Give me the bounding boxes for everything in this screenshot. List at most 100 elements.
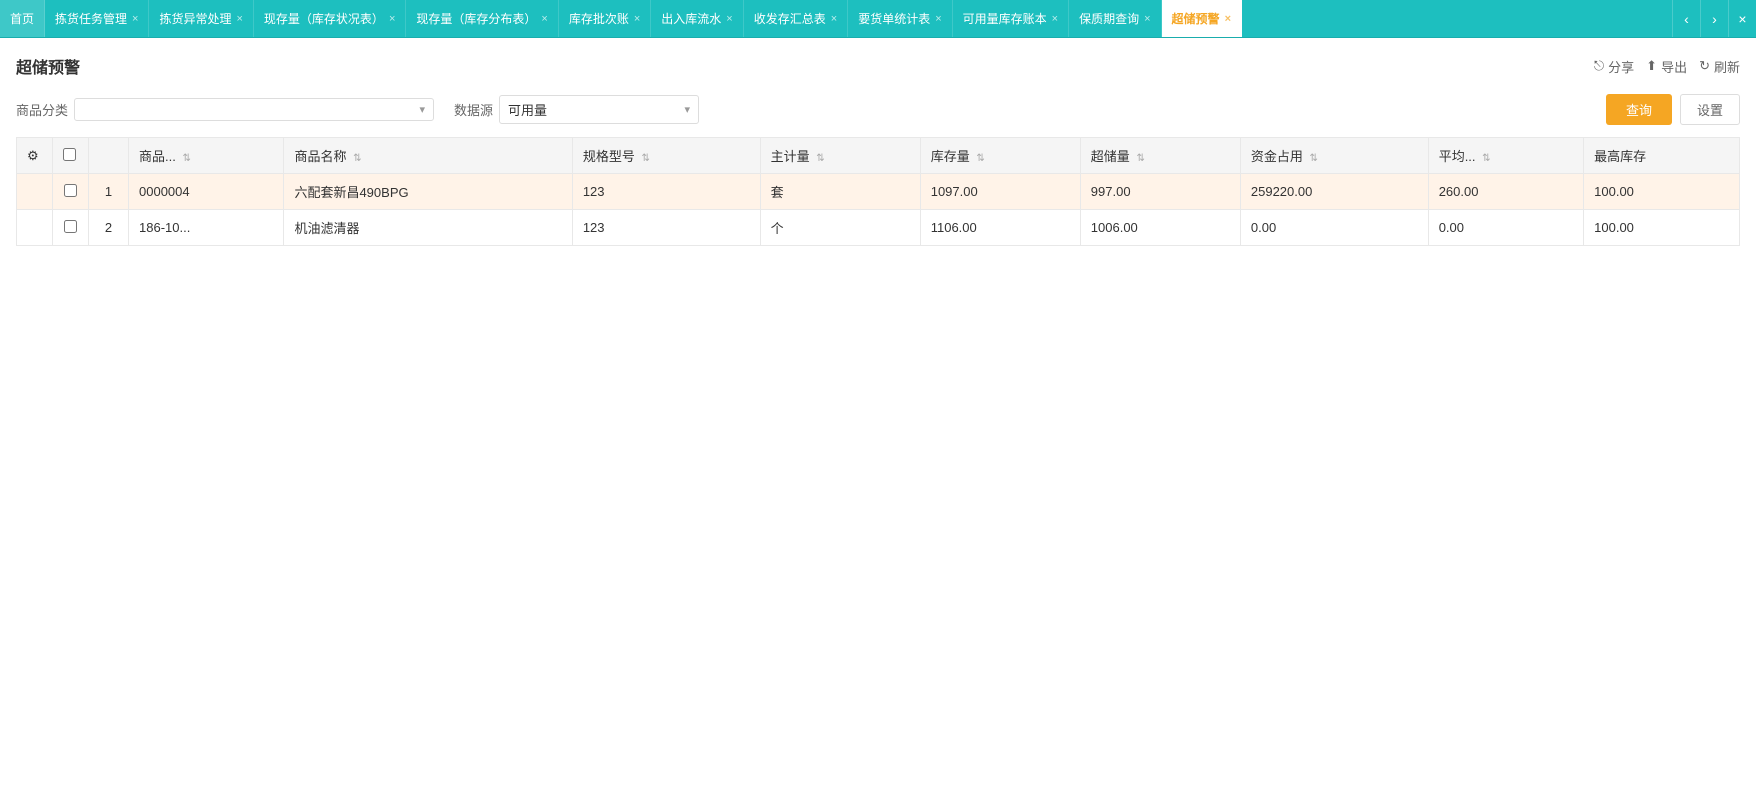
td-name-1: 机油滤清器 (284, 210, 572, 246)
close-tab-7[interactable]: × (831, 13, 837, 25)
refresh-button[interactable]: ↻ 刷新 (1699, 57, 1740, 76)
td-maxstock-0: 100.00 (1584, 174, 1740, 210)
td-capital-1: 0.00 (1240, 210, 1428, 246)
share-icon: ⎋ (1594, 58, 1604, 74)
nav-item-11-active[interactable]: 超储预警 × (1162, 0, 1242, 38)
close-tab-1[interactable]: × (132, 13, 138, 25)
th-product-code[interactable]: 商品... ⇅ (129, 138, 284, 174)
row-checkbox-0[interactable] (64, 184, 77, 197)
nav-item-3[interactable]: 现存量（库存状况表） × (254, 0, 406, 38)
td-unit-1: 个 (760, 210, 920, 246)
close-tab-5[interactable]: × (634, 13, 640, 25)
th-avg[interactable]: 平均... ⇅ (1428, 138, 1583, 174)
category-filter: 商品分类 ▾ (16, 98, 434, 121)
query-button[interactable]: 查询 (1606, 94, 1672, 125)
datasource-select[interactable]: 可用量 ▾ (499, 95, 699, 124)
nav-item-8[interactable]: 要货单统计表 × (848, 0, 952, 38)
nav-item-7[interactable]: 收发存汇总表 × (744, 0, 848, 38)
td-capital-0: 259220.00 (1240, 174, 1428, 210)
td-avg-1: 0.00 (1428, 210, 1583, 246)
th-overstock[interactable]: 超储量 ⇅ (1080, 138, 1240, 174)
nav-prev-button[interactable]: ‹ (1672, 0, 1700, 38)
row-checkbox-1[interactable] (64, 220, 77, 233)
nav-item-2[interactable]: 拣货异常处理 × (149, 0, 253, 38)
td-avg-0: 260.00 (1428, 174, 1583, 210)
datasource-filter: 数据源 可用量 ▾ (454, 95, 699, 124)
nav-item-4[interactable]: 现存量（库存分布表） × (406, 0, 558, 38)
th-capital[interactable]: 资金占用 ⇅ (1240, 138, 1428, 174)
top-nav: 首页 拣货任务管理 × 拣货异常处理 × 现存量（库存状况表） × 现存量（库存… (0, 0, 1756, 38)
share-button[interactable]: ⎋ 分享 (1594, 57, 1634, 76)
close-tab-9[interactable]: × (1052, 13, 1058, 25)
td-checkbox-0[interactable] (53, 174, 89, 210)
td-stock-0: 1097.00 (920, 174, 1080, 210)
export-icon: ⬆ (1646, 58, 1657, 74)
datasource-label: 数据源 (454, 100, 493, 119)
th-unit[interactable]: 主计量 ⇅ (760, 138, 920, 174)
td-spec-0: 123 (572, 174, 760, 210)
td-checkbox-1[interactable] (53, 210, 89, 246)
td-code-0: 0000004 (129, 174, 284, 210)
th-stock[interactable]: 库存量 ⇅ (920, 138, 1080, 174)
nav-item-10[interactable]: 保质期查询 × (1069, 0, 1161, 38)
nav-item-home[interactable]: 首页 (0, 0, 45, 38)
td-overstock-0: 997.00 (1080, 174, 1240, 210)
th-gear[interactable]: ⚙ (17, 138, 53, 174)
nav-item-9[interactable]: 可用量库存账本 × (953, 0, 1069, 38)
td-num-1: 2 (89, 210, 129, 246)
sort-icon-overstock: ⇅ (1136, 153, 1144, 164)
category-select[interactable]: ▾ (74, 98, 434, 121)
nav-item-5[interactable]: 库存批次账 × (559, 0, 651, 38)
td-gear-1 (17, 210, 53, 246)
th-product-name[interactable]: 商品名称 ⇅ (284, 138, 572, 174)
chevron-down-icon: ▾ (419, 103, 425, 116)
export-button[interactable]: ⬆ 导出 (1646, 57, 1687, 76)
th-num (89, 138, 129, 174)
sort-icon-capital: ⇅ (1310, 153, 1318, 164)
close-tab-3[interactable]: × (389, 13, 395, 25)
sort-icon-name: ⇅ (353, 153, 361, 164)
datasource-select-value: 可用量 (508, 100, 547, 119)
th-spec[interactable]: 规格型号 ⇅ (572, 138, 760, 174)
select-all-checkbox[interactable] (63, 148, 76, 161)
sort-icon-avg: ⇅ (1482, 153, 1490, 164)
close-tab-10[interactable]: × (1144, 13, 1150, 25)
chevron-down-icon-2: ▾ (685, 103, 691, 116)
nav-arrows: ‹ › × (1672, 0, 1756, 38)
th-checkbox[interactable] (53, 138, 89, 174)
data-table: ⚙ 商品... ⇅ 商品名称 ⇅ 规格型号 ⇅ (16, 137, 1740, 246)
sort-icon-spec: ⇅ (641, 153, 649, 164)
refresh-icon: ↻ (1699, 58, 1710, 74)
table-row: 2 186-10... 机油滤清器 123 个 1106.00 1006.00 … (17, 210, 1740, 246)
header-actions: ⎋ 分享 ⬆ 导出 ↻ 刷新 (1594, 57, 1740, 76)
page-content: 超储预警 ⎋ 分享 ⬆ 导出 ↻ 刷新 商品分类 ▾ 数据源 (0, 38, 1756, 800)
td-unit-0: 套 (760, 174, 920, 210)
td-gear-0 (17, 174, 53, 210)
close-tab-2[interactable]: × (236, 13, 242, 25)
td-num-0: 1 (89, 174, 129, 210)
nav-close-button[interactable]: × (1728, 0, 1756, 38)
close-tab-8[interactable]: × (935, 13, 941, 25)
filter-row: 商品分类 ▾ 数据源 可用量 ▾ 查询 设置 (16, 94, 1740, 125)
page-title: 超储预警 (16, 54, 80, 78)
gear-icon: ⚙ (27, 148, 39, 163)
sort-icon-code: ⇅ (182, 153, 190, 164)
td-maxstock-1: 100.00 (1584, 210, 1740, 246)
sort-icon-stock: ⇅ (976, 153, 984, 164)
nav-item-1[interactable]: 拣货任务管理 × (45, 0, 149, 38)
sort-icon-unit: ⇅ (816, 153, 824, 164)
nav-item-6[interactable]: 出入库流水 × (651, 0, 743, 38)
close-tab-4[interactable]: × (541, 13, 547, 25)
close-tab-11[interactable]: × (1225, 13, 1231, 25)
settings-button[interactable]: 设置 (1680, 94, 1740, 125)
category-label: 商品分类 (16, 100, 68, 119)
td-spec-1: 123 (572, 210, 760, 246)
td-overstock-1: 1006.00 (1080, 210, 1240, 246)
td-stock-1: 1106.00 (920, 210, 1080, 246)
td-code-1: 186-10... (129, 210, 284, 246)
filter-actions: 查询 设置 (1606, 94, 1740, 125)
page-header: 超储预警 ⎋ 分享 ⬆ 导出 ↻ 刷新 (16, 54, 1740, 78)
th-max-stock[interactable]: 最高库存 (1584, 138, 1740, 174)
close-tab-6[interactable]: × (726, 13, 732, 25)
nav-next-button[interactable]: › (1700, 0, 1728, 38)
